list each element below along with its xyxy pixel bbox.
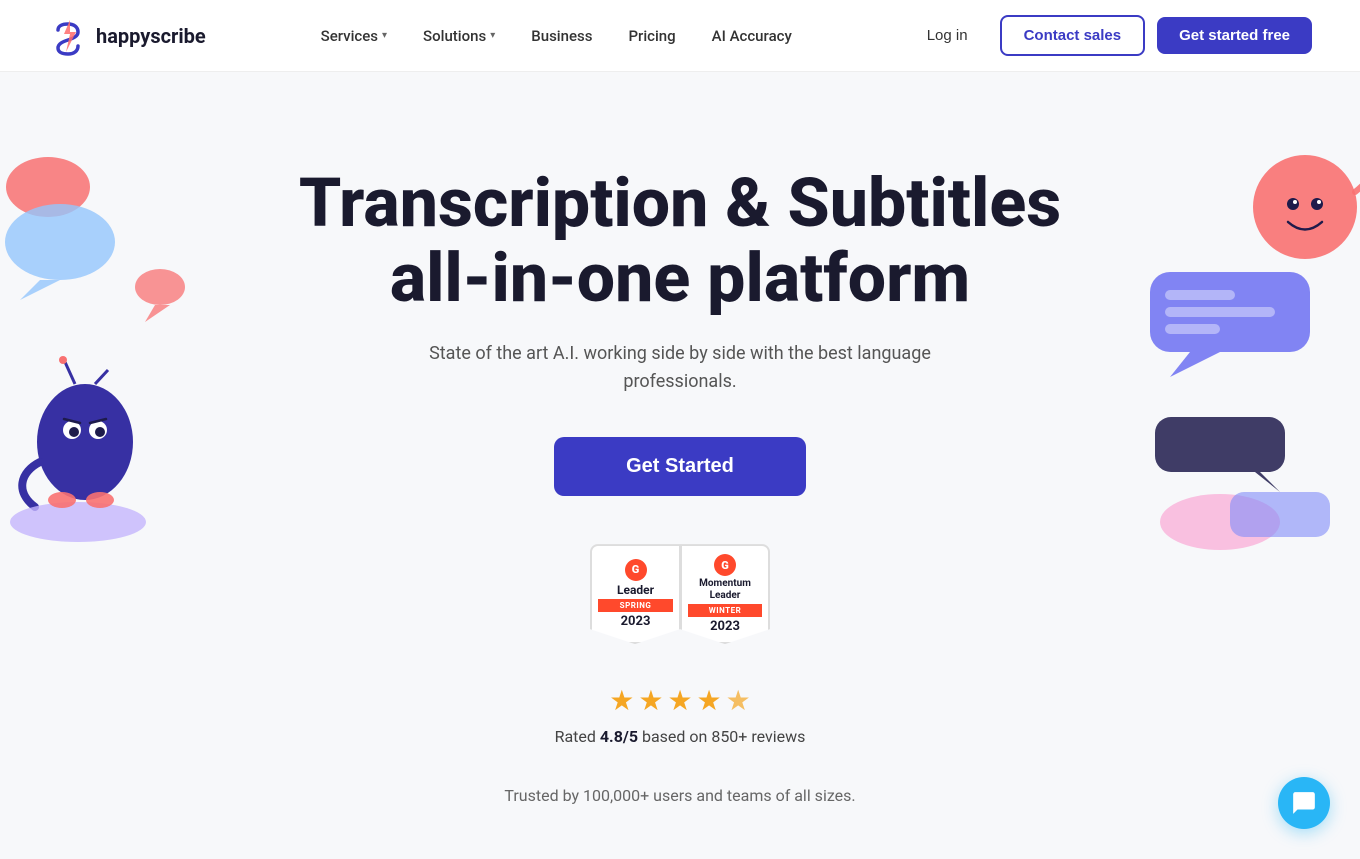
left-illustration — [0, 132, 220, 552]
contact-sales-button[interactable]: Contact sales — [1000, 15, 1146, 56]
hero-title: Transcription & Subtitles all-in-one pla… — [299, 166, 1061, 316]
badge-leader-season: SPRING — [598, 599, 673, 612]
brand-name: happyscribe — [96, 24, 206, 48]
star-5-icon: ★ — [726, 684, 751, 717]
trusted-text: Trusted by 100,000+ users and teams of a… — [504, 786, 855, 805]
badge-leader-label: Leader — [617, 583, 654, 597]
get-started-free-button[interactable]: Get started free — [1157, 17, 1312, 54]
rating-value: 4.8/5 — [600, 727, 638, 746]
badge-momentum-year: 2023 — [710, 619, 740, 634]
logo-icon — [48, 16, 88, 56]
nav-links: Services ▾ Solutions ▾ Business Pricing … — [307, 19, 806, 53]
g2-leader-badge: G Leader SPRING 2023 — [590, 544, 680, 644]
stars-row: ★ ★ ★ ★ ★ — [609, 684, 751, 717]
g2-momentum-badge: G Momentum Leader WINTER 2023 — [680, 544, 770, 644]
star-1-icon: ★ — [609, 684, 634, 717]
chat-button[interactable] — [1278, 777, 1330, 829]
nav-solutions[interactable]: Solutions ▾ — [409, 19, 509, 53]
nav-pricing[interactable]: Pricing — [614, 19, 689, 53]
hero-section: Transcription & Subtitles all-in-one pla… — [0, 72, 1360, 859]
star-2-icon: ★ — [638, 684, 663, 717]
services-chevron-icon: ▾ — [382, 30, 387, 41]
g2-momentum-logo-icon: G — [714, 554, 736, 576]
badge-leader-year: 2023 — [621, 614, 651, 629]
star-3-icon: ★ — [667, 684, 692, 717]
hero-subtitle: State of the art A.I. working side by si… — [420, 340, 940, 398]
rating-text: Rated 4.8/5 based on 850+ reviews — [555, 727, 806, 746]
nav-ai-accuracy[interactable]: AI Accuracy — [698, 19, 806, 53]
nav-services[interactable]: Services ▾ — [307, 19, 401, 53]
get-started-button[interactable]: Get Started — [554, 437, 806, 496]
star-4-icon: ★ — [697, 684, 722, 717]
logo-link[interactable]: happyscribe — [48, 16, 206, 56]
badge-momentum-label: Momentum Leader — [688, 578, 762, 602]
right-illustration — [1140, 132, 1360, 552]
login-button[interactable]: Log in — [907, 17, 988, 54]
badge-momentum-season: WINTER — [688, 604, 762, 617]
solutions-chevron-icon: ▾ — [490, 30, 495, 41]
chat-icon — [1291, 790, 1317, 816]
g2-logo-icon: G — [625, 559, 647, 581]
navbar: happyscribe Services ▾ Solutions ▾ Busin… — [0, 0, 1360, 72]
g2-badges: G Leader SPRING 2023 G Momentum Leader W… — [590, 544, 770, 644]
nav-business[interactable]: Business — [517, 19, 606, 53]
nav-right: Log in Contact sales Get started free — [907, 15, 1312, 56]
